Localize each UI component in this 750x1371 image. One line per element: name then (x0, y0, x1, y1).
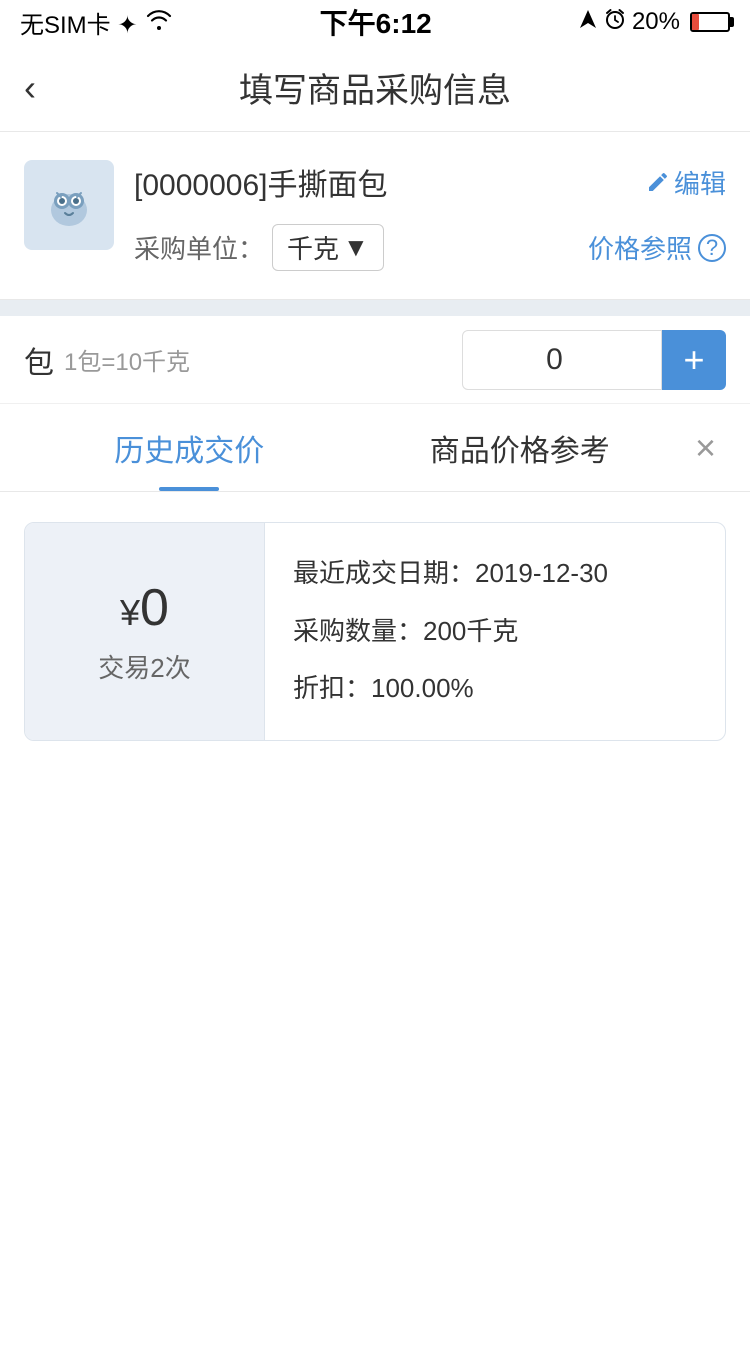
purchase-quantity: 采购数量：200千克 (293, 611, 697, 653)
carrier-text: 无SIM卡 ✦ (20, 5, 137, 40)
battery-icon (686, 12, 730, 32)
location-icon (578, 8, 598, 37)
price-value: 0 (140, 579, 169, 637)
tab1-label: 历史成交价 (114, 426, 264, 470)
tab-underline (159, 487, 219, 491)
recent-date-label: 最近成交日期： (293, 558, 475, 588)
history-price-area: ¥0 交易2次 (25, 523, 265, 740)
separator (0, 300, 750, 316)
status-bar: 无SIM卡 ✦ 下午6:12 20% (0, 0, 750, 44)
price-panel: 历史成交价 商品价格参考 × ¥0 交易2次 最近成交日期：2019-12-30… (0, 404, 750, 771)
yen-symbol: ¥ (120, 592, 140, 633)
back-button[interactable]: ‹ (24, 67, 36, 109)
quantity-label: 采购数量： (293, 616, 423, 646)
page-title: 填写商品采购信息 (239, 63, 511, 112)
unit-label-text: 采购单位： (134, 229, 264, 266)
history-price: ¥0 (120, 578, 169, 638)
quantity-row: 包 1包=10千克 + (0, 316, 750, 404)
tab2-label: 商品价格参考 (430, 426, 610, 470)
status-time: 下午6:12 (320, 2, 432, 42)
status-right: 20% (578, 8, 730, 37)
quantity-hint: 1包=10千克 (64, 342, 190, 377)
edit-label: 编辑 (674, 164, 726, 201)
price-tabs: 历史成交价 商品价格参考 × (0, 404, 750, 492)
quantity-input-area: + (462, 330, 726, 390)
tab-history-price[interactable]: 历史成交价 (24, 404, 354, 491)
history-detail-area: 最近成交日期：2019-12-30 采购数量：200千克 折扣：100.00% (265, 523, 725, 740)
price-ref-label: 价格参照 (588, 229, 692, 266)
recent-date: 最近成交日期：2019-12-30 (293, 553, 697, 595)
product-name-row: [0000006]手撕面包 编辑 (134, 160, 726, 204)
discount-value: 100.00% (371, 673, 474, 703)
discount-label: 折扣： (293, 673, 371, 703)
tab-product-price[interactable]: 商品价格参考 (354, 404, 684, 491)
bottom-area (0, 771, 750, 1371)
quantity-unit-label: 包 (24, 338, 54, 382)
discount: 折扣：100.00% (293, 668, 697, 710)
product-info: [0000006]手撕面包 编辑 采购单位： 千克 ▼ 价格参照 ? (134, 160, 726, 271)
unit-value: 千克 (287, 229, 339, 266)
quantity-plus-button[interactable]: + (662, 330, 726, 390)
status-left: 无SIM卡 ✦ (20, 5, 173, 40)
quantity-value: 200千克 (423, 616, 518, 646)
battery-pct: 20% (632, 8, 680, 36)
nav-bar: ‹ 填写商品采购信息 (0, 44, 750, 132)
history-card: ¥0 交易2次 最近成交日期：2019-12-30 采购数量：200千克 折扣：… (24, 522, 726, 741)
alarm-icon (604, 8, 626, 37)
chevron-down-icon: ▼ (343, 232, 369, 263)
recent-date-value: 2019-12-30 (475, 558, 608, 588)
unit-row: 采购单位： 千克 ▼ 价格参照 ? (134, 224, 726, 271)
unit-label: 采购单位： 千克 ▼ (134, 224, 384, 271)
unit-select[interactable]: 千克 ▼ (272, 224, 384, 271)
product-name: [0000006]手撕面包 (134, 160, 387, 204)
product-card: [0000006]手撕面包 编辑 采购单位： 千克 ▼ 价格参照 ? (0, 132, 750, 300)
close-button[interactable]: × (685, 427, 726, 469)
price-ref-button[interactable]: 价格参照 ? (588, 229, 726, 266)
wifi-icon (145, 8, 173, 37)
edit-button[interactable]: 编辑 (646, 164, 726, 201)
product-logo (24, 160, 114, 250)
question-icon: ? (698, 234, 726, 262)
history-content: ¥0 交易2次 最近成交日期：2019-12-30 采购数量：200千克 折扣：… (0, 492, 750, 771)
quantity-input[interactable] (462, 330, 662, 390)
history-trades: 交易2次 (98, 648, 190, 685)
